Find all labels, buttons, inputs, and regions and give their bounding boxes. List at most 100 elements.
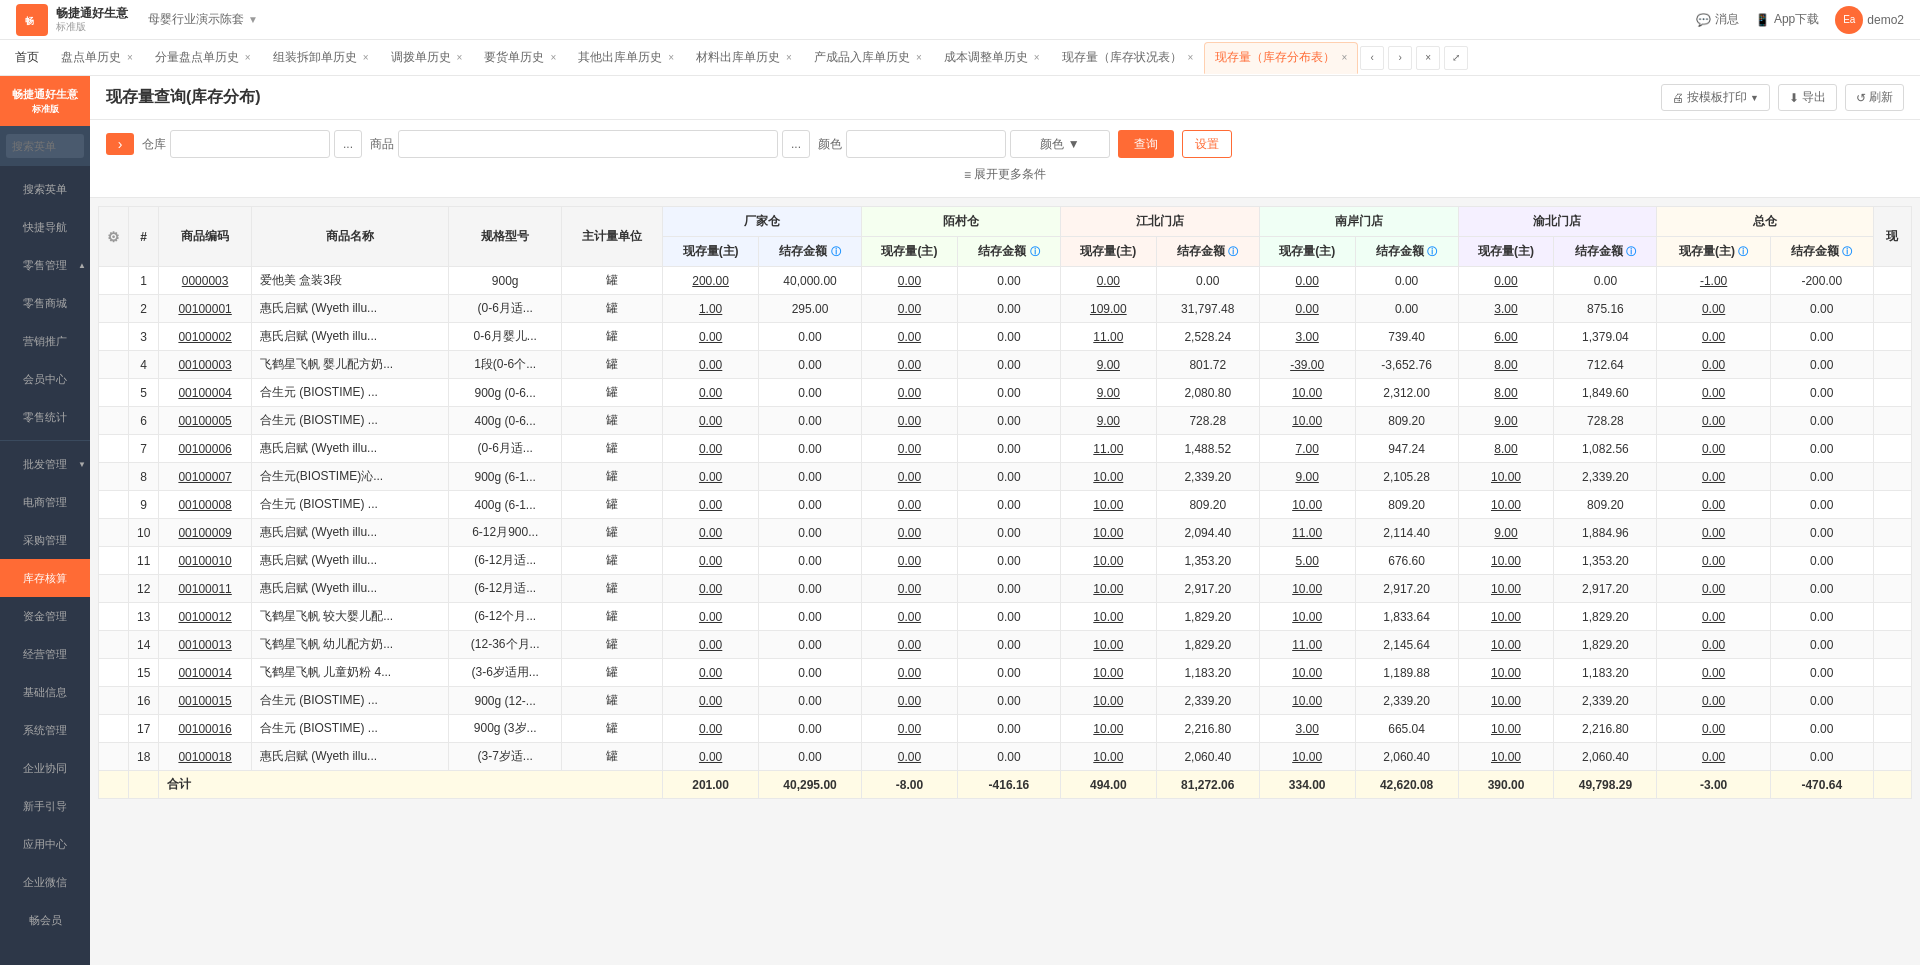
tab-10[interactable]: 现存量（库存状况表） × — [1051, 42, 1205, 74]
cell-code[interactable]: 00100018 — [159, 743, 251, 771]
cell-m-qty[interactable]: 0.00 — [862, 715, 958, 743]
cell-total-qty[interactable]: 0.00 — [1657, 715, 1770, 743]
search-input[interactable] — [6, 134, 84, 158]
cell-na-qty[interactable]: 11.00 — [1259, 519, 1355, 547]
cell-code[interactable]: 00100004 — [159, 379, 251, 407]
refresh-button[interactable]: ↺ 刷新 — [1845, 84, 1904, 111]
cell-yb-qty[interactable]: 8.00 — [1458, 351, 1554, 379]
cell-jb-qty[interactable]: 9.00 — [1060, 379, 1156, 407]
cell-code[interactable]: 00100007 — [159, 463, 251, 491]
tab-2-close[interactable]: × — [245, 52, 251, 63]
print-button[interactable]: 🖨 按模板打印 ▼ — [1661, 84, 1770, 111]
cell-f-qty[interactable]: 0.00 — [663, 687, 759, 715]
cell-yb-qty[interactable]: 6.00 — [1458, 323, 1554, 351]
cell-m-qty[interactable]: 0.00 — [862, 491, 958, 519]
cell-total-qty[interactable]: 0.00 — [1657, 323, 1770, 351]
cell-yb-qty[interactable]: 10.00 — [1458, 603, 1554, 631]
cell-jb-qty[interactable]: 10.00 — [1060, 463, 1156, 491]
cell-jb-qty[interactable]: 10.00 — [1060, 547, 1156, 575]
cell-yb-qty[interactable]: 10.00 — [1458, 715, 1554, 743]
cell-na-qty[interactable]: 0.00 — [1259, 267, 1355, 295]
cell-yb-qty[interactable]: 8.00 — [1458, 435, 1554, 463]
th-settings[interactable]: ⚙ — [99, 207, 129, 267]
cell-jb-qty[interactable]: 10.00 — [1060, 575, 1156, 603]
tab-1[interactable]: 盘点单历史 × — [50, 42, 144, 74]
cell-jb-qty[interactable]: 10.00 — [1060, 743, 1156, 771]
cell-code[interactable]: 00100008 — [159, 491, 251, 519]
cell-m-qty[interactable]: 0.00 — [862, 407, 958, 435]
cell-na-qty[interactable]: 0.00 — [1259, 295, 1355, 323]
cell-m-qty[interactable]: 0.00 — [862, 547, 958, 575]
cell-m-qty[interactable]: 0.00 — [862, 519, 958, 547]
cell-f-qty[interactable]: 0.00 — [663, 379, 759, 407]
cell-yb-qty[interactable]: 10.00 — [1458, 687, 1554, 715]
sidebar-item-mall[interactable]: 零售商城 — [0, 284, 90, 322]
cell-code[interactable]: 00100005 — [159, 407, 251, 435]
cell-na-qty[interactable]: 10.00 — [1259, 743, 1355, 771]
cell-total-qty[interactable]: -1.00 — [1657, 267, 1770, 295]
tab-6[interactable]: 其他出库单历史 × — [567, 42, 685, 74]
tab-7[interactable]: 材料出库单历史 × — [685, 42, 803, 74]
sidebar-item-apps[interactable]: 应用中心 — [0, 825, 90, 863]
tab-3[interactable]: 组装拆卸单历史 × — [262, 42, 380, 74]
sidebar-item-finance[interactable]: 资金管理 — [0, 597, 90, 635]
sidebar-item-member[interactable]: 会员中心 — [0, 360, 90, 398]
cell-total-qty[interactable]: 0.00 — [1657, 463, 1770, 491]
cell-code[interactable]: 00100011 — [159, 575, 251, 603]
color-input[interactable] — [846, 130, 1006, 158]
cell-yb-qty[interactable]: 10.00 — [1458, 631, 1554, 659]
settings-button[interactable]: 设置 — [1182, 130, 1232, 158]
sidebar-item-basic[interactable]: 基础信息 — [0, 673, 90, 711]
tab-2[interactable]: 分量盘点单历史 × — [144, 42, 262, 74]
cell-f-qty[interactable]: 0.00 — [663, 659, 759, 687]
cell-na-qty[interactable]: 3.00 — [1259, 715, 1355, 743]
sidebar-item-nav[interactable]: 快捷导航 — [0, 208, 90, 246]
cell-total-qty[interactable]: 0.00 — [1657, 407, 1770, 435]
cell-na-qty[interactable]: -39.00 — [1259, 351, 1355, 379]
sidebar-item-inventory[interactable]: 库存核算 — [0, 559, 90, 597]
cell-na-qty[interactable]: 9.00 — [1259, 463, 1355, 491]
tab-8[interactable]: 产成品入库单历史 × — [803, 42, 933, 74]
sidebar-item-system[interactable]: 系统管理 — [0, 711, 90, 749]
cell-jb-qty[interactable]: 10.00 — [1060, 491, 1156, 519]
cell-total-qty[interactable]: 0.00 — [1657, 659, 1770, 687]
cell-code[interactable]: 00100010 — [159, 547, 251, 575]
cell-f-qty[interactable]: 0.00 — [663, 351, 759, 379]
cell-jb-qty[interactable]: 11.00 — [1060, 323, 1156, 351]
cell-jb-qty[interactable]: 10.00 — [1060, 715, 1156, 743]
cell-total-qty[interactable]: 0.00 — [1657, 435, 1770, 463]
tab-9-close[interactable]: × — [1034, 52, 1040, 63]
industry-arrow[interactable]: ▼ — [248, 14, 258, 25]
cell-na-qty[interactable]: 10.00 — [1259, 603, 1355, 631]
cell-total-qty[interactable]: 0.00 — [1657, 575, 1770, 603]
cell-yb-qty[interactable]: 10.00 — [1458, 547, 1554, 575]
sidebar-item-ecommerce[interactable]: 电商管理 — [0, 483, 90, 521]
cell-f-qty[interactable]: 0.00 — [663, 435, 759, 463]
cell-f-qty[interactable]: 1.00 — [663, 295, 759, 323]
cell-na-qty[interactable]: 10.00 — [1259, 687, 1355, 715]
cell-total-qty[interactable]: 0.00 — [1657, 603, 1770, 631]
sidebar-item-operations[interactable]: 经营管理 — [0, 635, 90, 673]
cell-code[interactable]: 00100016 — [159, 715, 251, 743]
export-button[interactable]: ⬇ 导出 — [1778, 84, 1837, 111]
tab-8-close[interactable]: × — [916, 52, 922, 63]
tab-9[interactable]: 成本调整单历史 × — [933, 42, 1051, 74]
cell-jb-qty[interactable]: 10.00 — [1060, 603, 1156, 631]
cell-yb-qty[interactable]: 10.00 — [1458, 463, 1554, 491]
tab-7-close[interactable]: × — [786, 52, 792, 63]
settings-icon[interactable]: ⚙ — [107, 229, 120, 245]
tab-5-close[interactable]: × — [550, 52, 556, 63]
cell-m-qty[interactable]: 0.00 — [862, 267, 958, 295]
cell-code[interactable]: 00100013 — [159, 631, 251, 659]
cell-total-qty[interactable]: 0.00 — [1657, 379, 1770, 407]
tab-nav-expand[interactable]: ⤢ — [1444, 46, 1468, 70]
sidebar-item-membership[interactable]: 畅会员 — [0, 901, 90, 939]
tab-1-close[interactable]: × — [127, 52, 133, 63]
tab-6-close[interactable]: × — [668, 52, 674, 63]
tab-11-close[interactable]: × — [1341, 52, 1347, 63]
cell-na-qty[interactable]: 10.00 — [1259, 659, 1355, 687]
cell-jb-qty[interactable]: 10.00 — [1060, 631, 1156, 659]
message-btn[interactable]: 💬 消息 — [1696, 11, 1739, 28]
table-container[interactable]: ⚙ # 商品编码 商品名称 规格型号 主计量单位 厂家仓 陌村仓 江北门店 南岸… — [90, 198, 1920, 965]
tab-nav-close-all[interactable]: × — [1416, 46, 1440, 70]
